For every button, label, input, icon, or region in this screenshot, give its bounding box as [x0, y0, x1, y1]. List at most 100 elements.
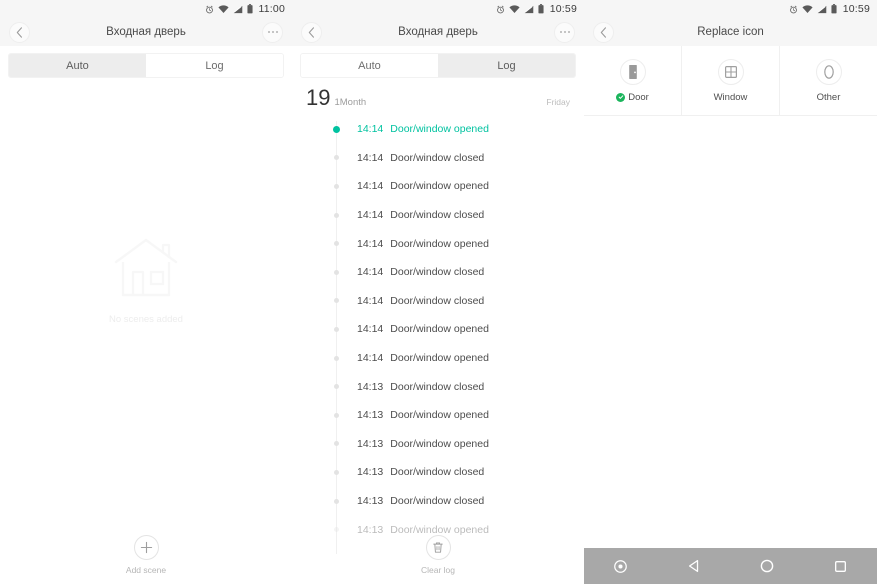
clear-log-button[interactable]: Clear log: [292, 535, 584, 575]
log-entry-event: Door/window closed: [390, 466, 485, 479]
log-entry-event: Door/window closed: [390, 266, 485, 279]
icon-option-label: Window: [713, 91, 748, 103]
tab-log[interactable]: Log: [146, 54, 283, 77]
date-header: 19 1Month Friday: [292, 78, 584, 109]
circle-icon: [760, 559, 774, 573]
signal-icon: [817, 5, 827, 14]
more-options-button[interactable]: [262, 21, 283, 43]
title-bar-2: Входная дверь: [292, 18, 584, 46]
tab-auto[interactable]: Auto: [9, 54, 146, 77]
door-icon: [619, 58, 646, 85]
page-title: Replace icon: [697, 26, 764, 38]
log-entry-event: Door/window opened: [390, 180, 489, 193]
more-options-icon: [267, 31, 278, 33]
log-entry[interactable]: 14:14 Door/window opened: [333, 172, 584, 201]
chevron-left-icon: [308, 26, 314, 38]
check-icon: [616, 92, 626, 102]
log-entry[interactable]: 14:14 Door/window opened: [333, 315, 584, 344]
log-entry[interactable]: 14:13 Door/window closed: [333, 372, 584, 401]
log-entry[interactable]: 14:14 Door/window closed: [333, 201, 584, 230]
battery-icon: [246, 4, 253, 14]
add-scene-button[interactable]: Add scene: [0, 535, 292, 575]
log-entry-event: Door/window closed: [390, 151, 485, 164]
empty-state-label: No scenes added: [109, 314, 183, 325]
log-entry-event: Door/window closed: [390, 294, 485, 307]
log-entry-bullet: [292, 155, 380, 161]
record-button[interactable]: [584, 559, 657, 573]
icon-option-door[interactable]: Door: [584, 46, 682, 115]
icon-option-other[interactable]: Other: [780, 46, 877, 115]
empty-state: No scenes added: [0, 236, 292, 325]
log-entry[interactable]: 14:14 Door/window opened: [333, 229, 584, 258]
icon-option-other-label-row: Other: [817, 92, 841, 103]
signal-icon: [233, 5, 243, 14]
log-entry-bullet: [292, 298, 380, 304]
log-entry-event: Door/window opened: [390, 323, 489, 336]
square-icon: [834, 560, 846, 572]
log-entry-event: Door/window closed: [390, 209, 485, 222]
log-list[interactable]: 14:14 Door/window opened 14:14 Door/window …: [292, 115, 584, 554]
log-entry-bullet: [292, 212, 380, 218]
log-entry-bullet: [292, 384, 380, 390]
wifi-icon: [802, 4, 813, 14]
log-entry-bullet: [292, 469, 380, 475]
log-entry-event: Door/window opened: [390, 237, 489, 250]
log-entry-bullet: [292, 269, 380, 275]
plus-icon: [133, 535, 159, 560]
back-button[interactable]: [9, 21, 30, 43]
add-scene-label: Add scene: [125, 565, 167, 575]
panel-log: 10:59 Входная дверь Auto Log 19 1Month F…: [292, 0, 584, 584]
icon-picker-body: [584, 116, 877, 548]
icon-option-window[interactable]: Window: [682, 46, 780, 115]
home-button[interactable]: [731, 559, 804, 573]
date-day: 19: [306, 85, 331, 110]
chevron-left-icon: [600, 26, 606, 38]
log-entry[interactable]: 14:13 Door/window opened: [333, 430, 584, 459]
log-entry-bullet: [292, 498, 380, 504]
title-bar-3: Replace icon: [584, 18, 877, 46]
chevron-left-icon: [16, 26, 22, 38]
log-entry-event: Door/window closed: [390, 380, 485, 393]
log-entry-bullet: [292, 355, 380, 361]
log-entry[interactable]: 14:14 Door/window closed: [333, 258, 584, 287]
log-entry[interactable]: 14:13 Door/window closed: [333, 458, 584, 487]
log-entry-event: Door/window opened: [390, 123, 489, 136]
dot-circle-icon: [614, 559, 627, 573]
alarm-icon: [496, 5, 505, 14]
tab-log[interactable]: Log: [438, 54, 575, 77]
date-period: 1Month: [334, 97, 367, 108]
status-time: 10:59: [549, 3, 577, 15]
screenshot-root: 11:00 Входная дверь Auto Log No scenes a…: [0, 0, 877, 584]
tab-auto[interactable]: Auto: [301, 54, 438, 77]
status-time: 11:00: [258, 3, 285, 15]
log-entry-bullet: [292, 527, 380, 533]
log-entry[interactable]: 14:14 Door/window opened: [333, 344, 584, 373]
status-bar-2: 10:59: [292, 0, 584, 18]
alarm-icon: [205, 5, 214, 14]
wifi-icon: [217, 4, 229, 14]
signal-icon: [524, 5, 534, 14]
icon-picker-grid: Door Window Other: [584, 46, 877, 116]
log-entry[interactable]: 14:13 Door/window closed: [333, 487, 584, 516]
back-button[interactable]: [301, 21, 322, 43]
log-entry-bullet: [292, 441, 380, 447]
log-entry-bullet: [292, 326, 380, 332]
log-entry[interactable]: 14:14 Door/window closed: [333, 287, 584, 316]
oval-icon: [815, 58, 842, 85]
triangle-left-icon: [688, 559, 699, 573]
log-entry[interactable]: 14:14 Door/window opened: [332, 115, 584, 144]
status-time: 10:59: [842, 3, 870, 15]
back-button[interactable]: [593, 21, 614, 43]
more-options-button[interactable]: [554, 21, 575, 43]
log-entry-event: Door/window opened: [390, 409, 489, 422]
clear-log-label: Clear log: [420, 565, 456, 575]
recents-button[interactable]: [804, 560, 877, 573]
back-button[interactable]: [657, 559, 730, 573]
log-entry-bullet: [292, 412, 380, 418]
panel-replace-icon: 10:59 Replace icon Door Window Other: [584, 0, 877, 584]
log-entry[interactable]: 14:14 Door/window closed: [333, 144, 584, 173]
title-bar-1: Входная дверь: [0, 18, 292, 46]
log-entry[interactable]: 14:13 Door/window opened: [333, 401, 584, 430]
battery-icon: [538, 4, 544, 14]
status-bar-3: 10:59: [584, 0, 877, 18]
